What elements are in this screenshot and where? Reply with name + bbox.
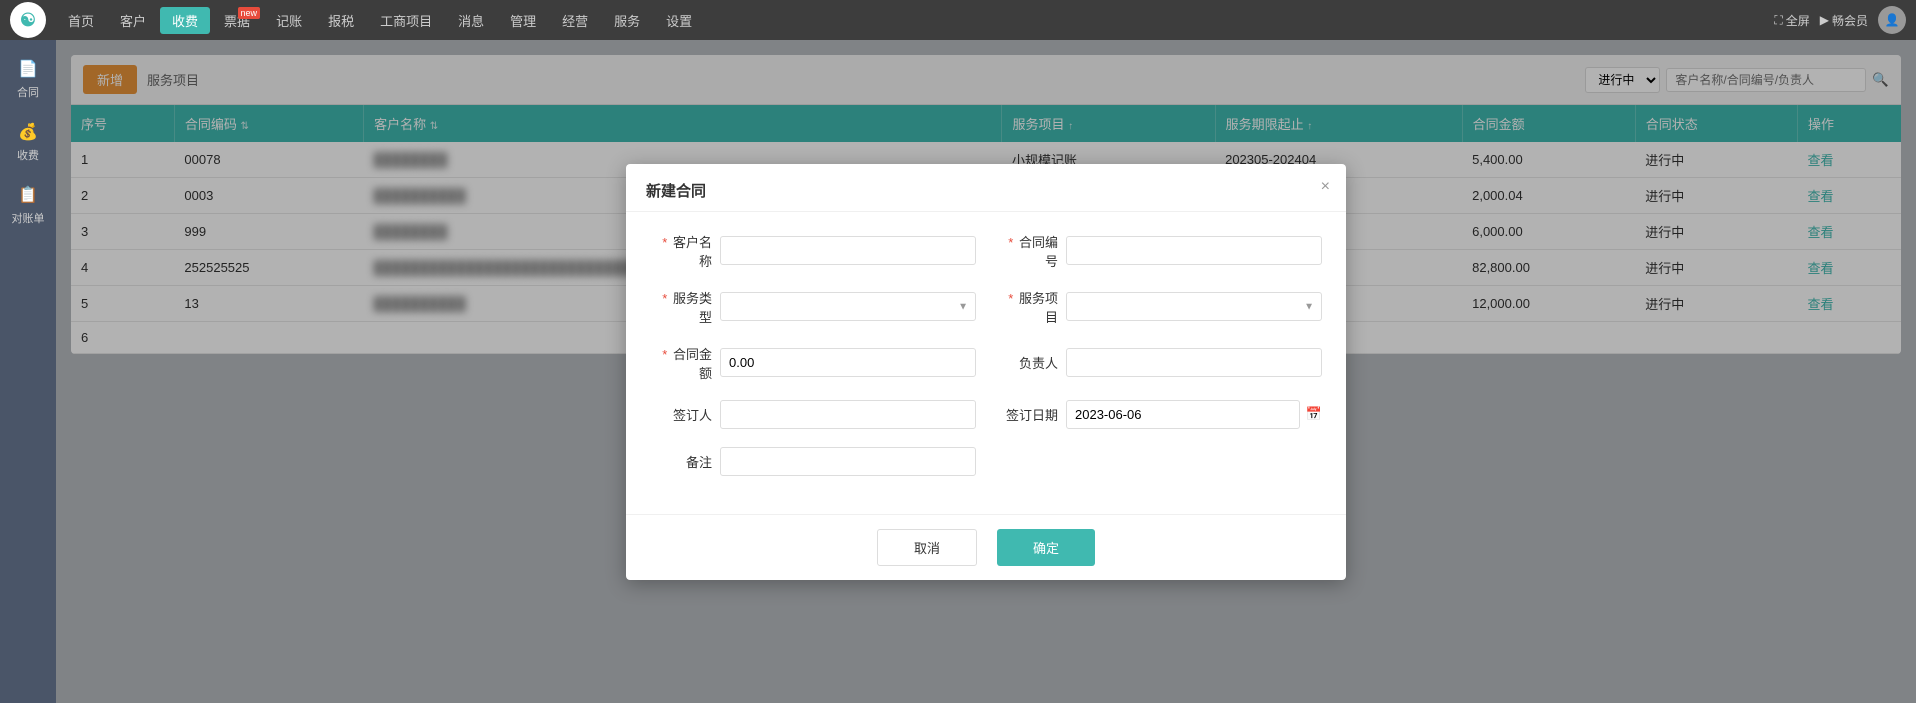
- calendar-icon[interactable]: 📅: [1306, 406, 1322, 422]
- member-label: 畅会员: [1832, 12, 1868, 29]
- form-group-customer: * 客户名称: [650, 232, 976, 270]
- billing-icon: 💰: [17, 121, 39, 143]
- new-badge: new: [238, 7, 261, 19]
- form-row-5: 备注: [650, 447, 1322, 476]
- service-type-select-wrapper: ▼: [720, 292, 976, 321]
- dialog-close-button[interactable]: ×: [1321, 178, 1330, 196]
- new-contract-dialog: 新建合同 × * 客户名称: [626, 164, 1346, 580]
- form-group-remark: 备注: [650, 447, 976, 476]
- dialog-header: 新建合同 ×: [626, 164, 1346, 212]
- logo-icon: ☯: [20, 10, 36, 31]
- nav-tax[interactable]: 报税: [316, 7, 366, 34]
- top-navigation: ☯ 首页 客户 收费 票据 new 记账 报税 工商项目 消息 管理 经营 服务…: [0, 0, 1916, 40]
- customer-name-input[interactable]: [720, 236, 976, 265]
- play-icon: ▶: [1820, 13, 1829, 27]
- customer-name-label: * 客户名称: [650, 232, 720, 270]
- nav-message[interactable]: 消息: [446, 7, 496, 34]
- app-logo: ☯: [10, 2, 46, 38]
- sidebar-label-contract: 合同: [17, 84, 39, 100]
- sidebar: 📄 合同 💰 收费 📋 对账单: [0, 40, 56, 703]
- signer-label: 签订人: [650, 405, 720, 424]
- content-area: 新增 服务项目 进行中 已完成 已终止 🔍: [56, 40, 1916, 703]
- reconciliation-icon: 📋: [17, 184, 39, 206]
- dialog-overlay: 新建合同 × * 客户名称: [56, 40, 1916, 703]
- remark-input[interactable]: [720, 447, 976, 476]
- dialog-title: 新建合同: [646, 183, 706, 200]
- contract-amount-input[interactable]: 0.00: [720, 348, 976, 377]
- service-item-select-wrapper: ▼: [1066, 292, 1322, 321]
- sidebar-label-reconciliation: 对账单: [12, 210, 45, 226]
- form-group-signer: 签订人: [650, 400, 976, 429]
- sidebar-item-contract[interactable]: 📄 合同: [3, 50, 53, 108]
- sign-date-input[interactable]: 2023-06-06: [1066, 400, 1300, 429]
- service-item-label: * 服务项目: [996, 288, 1066, 326]
- form-row-2: * 服务类型 ▼ * 服务项目: [650, 288, 1322, 326]
- dialog-footer: 取消 确定: [626, 514, 1346, 580]
- dialog-body: * 客户名称 * 合同编号: [626, 212, 1346, 514]
- contract-no-label: * 合同编号: [996, 232, 1066, 270]
- user-avatar[interactable]: 👤: [1878, 6, 1906, 34]
- contract-icon: 📄: [17, 58, 39, 80]
- sidebar-item-billing[interactable]: 💰 收费: [3, 113, 53, 171]
- contract-no-input[interactable]: [1066, 236, 1322, 265]
- service-type-label: * 服务类型: [650, 288, 720, 326]
- form-group-responsible: 负责人: [996, 344, 1322, 382]
- service-item-select[interactable]: [1066, 292, 1322, 321]
- contract-amount-label: * 合同金额: [650, 344, 720, 382]
- main-layout: 📄 合同 💰 收费 📋 对账单 新增 服务项目 进行中 已完成 已终止: [0, 40, 1916, 703]
- fullscreen-label: 全屏: [1786, 12, 1810, 29]
- nav-right-actions: ⛶ 全屏 ▶ 畅会员 👤: [1774, 6, 1906, 34]
- form-group-service-type: * 服务类型 ▼: [650, 288, 976, 326]
- sidebar-label-billing: 收费: [17, 147, 39, 163]
- fullscreen-button[interactable]: ⛶ 全屏: [1774, 12, 1809, 29]
- sign-date-label: 签订日期: [996, 405, 1066, 424]
- nav-settings[interactable]: 设置: [654, 7, 704, 34]
- nav-menu: 首页 客户 收费 票据 new 记账 报税 工商项目 消息 管理 经营 服务 设…: [56, 7, 1774, 34]
- signer-input[interactable]: [720, 400, 976, 429]
- sidebar-item-reconciliation[interactable]: 📋 对账单: [3, 176, 53, 234]
- fullscreen-icon: ⛶: [1774, 13, 1782, 28]
- form-row-4: 签订人 签订日期 2023-06-06 📅: [650, 400, 1322, 429]
- nav-home[interactable]: 首页: [56, 7, 106, 34]
- member-button[interactable]: ▶ 畅会员: [1820, 12, 1868, 29]
- form-group-service-item: * 服务项目 ▼: [996, 288, 1322, 326]
- nav-accounting[interactable]: 记账: [264, 7, 314, 34]
- nav-customer[interactable]: 客户: [108, 7, 158, 34]
- nav-manage[interactable]: 管理: [498, 7, 548, 34]
- nav-operation[interactable]: 经营: [550, 7, 600, 34]
- form-row-3: * 合同金额 0.00 负责人: [650, 344, 1322, 382]
- responsible-label: 负责人: [996, 353, 1066, 372]
- form-group-amount: * 合同金额 0.00: [650, 344, 976, 382]
- avatar-icon: 👤: [1885, 13, 1900, 27]
- nav-ticket[interactable]: 票据 new: [212, 7, 262, 34]
- form-group-contract-no: * 合同编号: [996, 232, 1322, 270]
- form-group-sign-date: 签订日期 2023-06-06 📅: [996, 400, 1322, 429]
- responsible-input[interactable]: [1066, 348, 1322, 377]
- nav-billing[interactable]: 收费: [160, 7, 210, 34]
- nav-business[interactable]: 工商项目: [368, 7, 444, 34]
- confirm-button[interactable]: 确定: [997, 529, 1095, 566]
- form-row-1: * 客户名称 * 合同编号: [650, 232, 1322, 270]
- cancel-button[interactable]: 取消: [877, 529, 977, 566]
- remark-label: 备注: [650, 452, 720, 471]
- nav-service[interactable]: 服务: [602, 7, 652, 34]
- service-type-select[interactable]: [720, 292, 976, 321]
